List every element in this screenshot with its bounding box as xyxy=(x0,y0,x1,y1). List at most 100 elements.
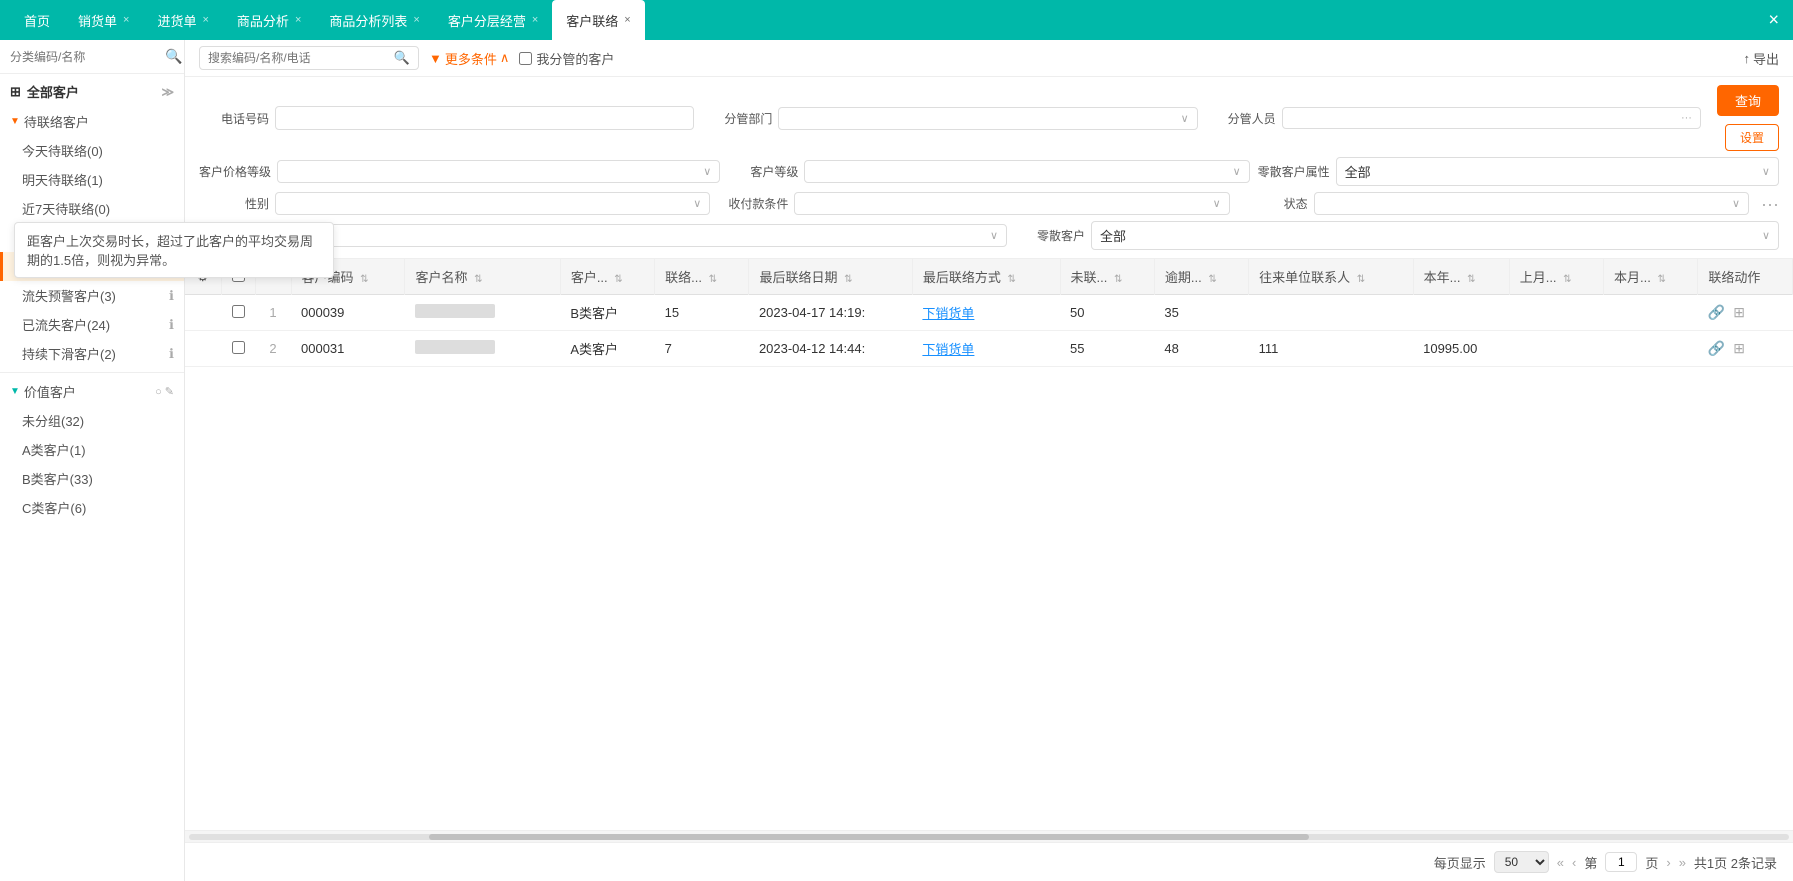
customer-level-select[interactable]: ∨ xyxy=(804,160,1249,183)
row1-contact: 15 xyxy=(655,295,749,331)
more-conditions-btn[interactable]: ▼ 更多条件 ∧ xyxy=(429,49,509,68)
search-input[interactable] xyxy=(208,51,394,65)
category-col-header: 客户... ⇅ xyxy=(560,259,654,295)
pending-contact-group-title[interactable]: ▼ 待联络客户 xyxy=(0,107,184,136)
sidebar-search-input[interactable] xyxy=(10,50,165,64)
retail-attr-select[interactable]: 全部 ∨ xyxy=(1336,157,1779,186)
price-level-arrow-icon: ∨ xyxy=(703,165,711,178)
sidebar-item-class-a[interactable]: A类客户(1) xyxy=(0,435,184,464)
my-customers-filter[interactable]: 我分管的客户 xyxy=(519,49,614,68)
status-select[interactable]: ∨ xyxy=(1314,192,1749,215)
set-button[interactable]: 设置 xyxy=(1725,124,1779,151)
close-customer-mgmt-icon[interactable]: × xyxy=(532,14,538,26)
sidebar-search-icon[interactable]: 🔍 xyxy=(165,48,182,65)
sidebar-item-class-b[interactable]: B类客户(33) xyxy=(0,464,184,493)
row1-contact-method-link[interactable]: 下销货单 xyxy=(922,306,974,321)
sidebar-item-declining[interactable]: 持续下滑客户(2) ℹ xyxy=(0,339,184,368)
retail-customer-select[interactable]: 全部 ∨ xyxy=(1091,221,1779,250)
unread-sort-icon[interactable]: ⇅ xyxy=(1114,274,1122,285)
first-page-btn[interactable]: « xyxy=(1557,855,1564,870)
window-close-icon[interactable]: × xyxy=(1768,10,1779,31)
prev-page-btn[interactable]: ‹ xyxy=(1572,855,1576,870)
my-customers-checkbox[interactable] xyxy=(519,52,532,65)
nav-item-purchase[interactable]: 进货单 × xyxy=(143,0,222,40)
row1-actions: 🔗 ⊞ xyxy=(1698,295,1793,331)
manager-label: 分管人员 xyxy=(1206,110,1276,127)
row2-grid-icon[interactable]: ⊞ xyxy=(1733,340,1745,357)
payment-select[interactable]: ∨ xyxy=(794,192,1229,215)
row2-contact-method-link[interactable]: 下销货单 xyxy=(922,342,974,357)
nav-item-product-list[interactable]: 商品分析列表 × xyxy=(315,0,433,40)
customer-type-field: 客户类型 ∨ xyxy=(243,224,1007,247)
close-purchase-icon[interactable]: × xyxy=(202,14,208,26)
nav-item-sales[interactable]: 销货单 × xyxy=(64,0,143,40)
nav-item-customer-mgmt[interactable]: 客户分层经营 × xyxy=(434,0,552,40)
value-edit-icons[interactable]: ○ ✎ xyxy=(155,385,174,398)
sidebar-item-7days[interactable]: 近7天待联络(0) xyxy=(0,194,184,223)
export-btn[interactable]: ↑ 导出 xyxy=(1743,49,1779,68)
close-customer-contact-icon[interactable]: × xyxy=(624,14,630,26)
category-sort-icon[interactable]: ⇅ xyxy=(614,274,622,285)
filter-more-btn[interactable]: ··· xyxy=(1761,195,1779,213)
sidebar-item-today[interactable]: 今天待联络(0) xyxy=(0,136,184,165)
retail-customer-field: 零散客户 全部 ∨ xyxy=(1015,221,1779,250)
sidebar-item-class-c[interactable]: C类客户(6) xyxy=(0,493,184,522)
row2-link-icon[interactable]: 🔗 xyxy=(1708,340,1725,357)
per-page-select[interactable]: 50 20 100 xyxy=(1494,851,1549,873)
lost-preview-info-icon: ℹ xyxy=(169,288,174,304)
row1-last-contact-method: 下销货单 xyxy=(912,295,1060,331)
close-product-analysis-icon[interactable]: × xyxy=(295,14,301,26)
sidebar-item-already-lost[interactable]: 已流失客户(24) ℹ xyxy=(0,310,184,339)
row1-grid-icon[interactable]: ⊞ xyxy=(1733,304,1745,321)
last-method-sort-icon[interactable]: ⇅ xyxy=(1008,274,1016,285)
row2-this-year: 10995.00 xyxy=(1413,331,1509,367)
nav-item-product-analysis[interactable]: 商品分析 × xyxy=(223,0,315,40)
overdue-sort-icon[interactable]: ⇅ xyxy=(1208,274,1216,285)
value-customers-group-title[interactable]: ▼ 价值客户 ○ ✎ xyxy=(0,377,184,406)
price-level-select[interactable]: ∨ xyxy=(277,160,720,183)
query-button[interactable]: 查询 xyxy=(1717,85,1779,116)
row1-overdue: 35 xyxy=(1154,295,1248,331)
dept-select[interactable]: ∨ xyxy=(778,107,1197,130)
unit-contact-sort-icon[interactable]: ⇅ xyxy=(1357,274,1365,285)
row2-last-contact-method: 下销货单 xyxy=(912,331,1060,367)
sidebar-collapse-icon[interactable]: ≫ xyxy=(161,85,174,99)
filter-row-4: 客户类型 ∨ 零散客户 全部 ∨ xyxy=(199,221,1779,250)
sidebar-item-lost-preview[interactable]: 流失预警客户(3) ℹ xyxy=(0,281,184,310)
next-page-btn[interactable]: › xyxy=(1666,855,1670,870)
row2-select-checkbox[interactable] xyxy=(232,341,245,354)
row2-contact: 7 xyxy=(655,331,749,367)
row1-link-icon[interactable]: 🔗 xyxy=(1708,304,1725,321)
all-customers-title[interactable]: ⊞ 全部客户 ≫ xyxy=(0,74,184,107)
this-year-sort-icon[interactable]: ⇅ xyxy=(1467,274,1475,285)
page-number-input[interactable] xyxy=(1605,852,1637,872)
last-date-sort-icon[interactable]: ⇅ xyxy=(844,274,852,285)
phone-input[interactable] xyxy=(275,106,694,130)
contact-sort-icon[interactable]: ⇅ xyxy=(709,274,717,285)
name-sort-icon[interactable]: ⇅ xyxy=(474,274,482,285)
code-sort-icon[interactable]: ⇅ xyxy=(360,274,368,285)
manager-select[interactable]: ··· xyxy=(1282,107,1701,129)
close-product-list-icon[interactable]: × xyxy=(413,14,419,26)
nav-item-home[interactable]: 首页 xyxy=(10,0,64,40)
horizontal-scrollbar[interactable] xyxy=(185,830,1793,842)
scrollbar-thumb[interactable] xyxy=(429,834,1309,840)
sidebar-item-tomorrow[interactable]: 明天待联络(1) xyxy=(0,165,184,194)
this-month-sort-icon[interactable]: ⇅ xyxy=(1657,274,1665,285)
row1-select-checkbox[interactable] xyxy=(232,305,245,318)
last-page-btn[interactable]: » xyxy=(1679,855,1686,870)
close-sales-icon[interactable]: × xyxy=(123,14,129,26)
row1-unread: 50 xyxy=(1060,295,1154,331)
customer-level-field: 客户等级 ∨ xyxy=(728,160,1249,183)
grid-icon: ⊞ xyxy=(10,84,21,100)
page-end-label: 页 xyxy=(1645,853,1658,872)
row2-name xyxy=(405,331,560,367)
customer-type-select[interactable]: ∨ xyxy=(319,224,1007,247)
gender-select[interactable]: ∨ xyxy=(275,192,710,215)
status-label: 状态 xyxy=(1238,195,1308,212)
filter-action-btns: 查询 设置 xyxy=(1717,85,1779,151)
last-month-sort-icon[interactable]: ⇅ xyxy=(1563,274,1571,285)
search-icon[interactable]: 🔍 xyxy=(394,50,410,66)
nav-item-customer-contact[interactable]: 客户联络 × xyxy=(552,0,644,40)
sidebar-item-unclassified[interactable]: 未分组(32) xyxy=(0,406,184,435)
